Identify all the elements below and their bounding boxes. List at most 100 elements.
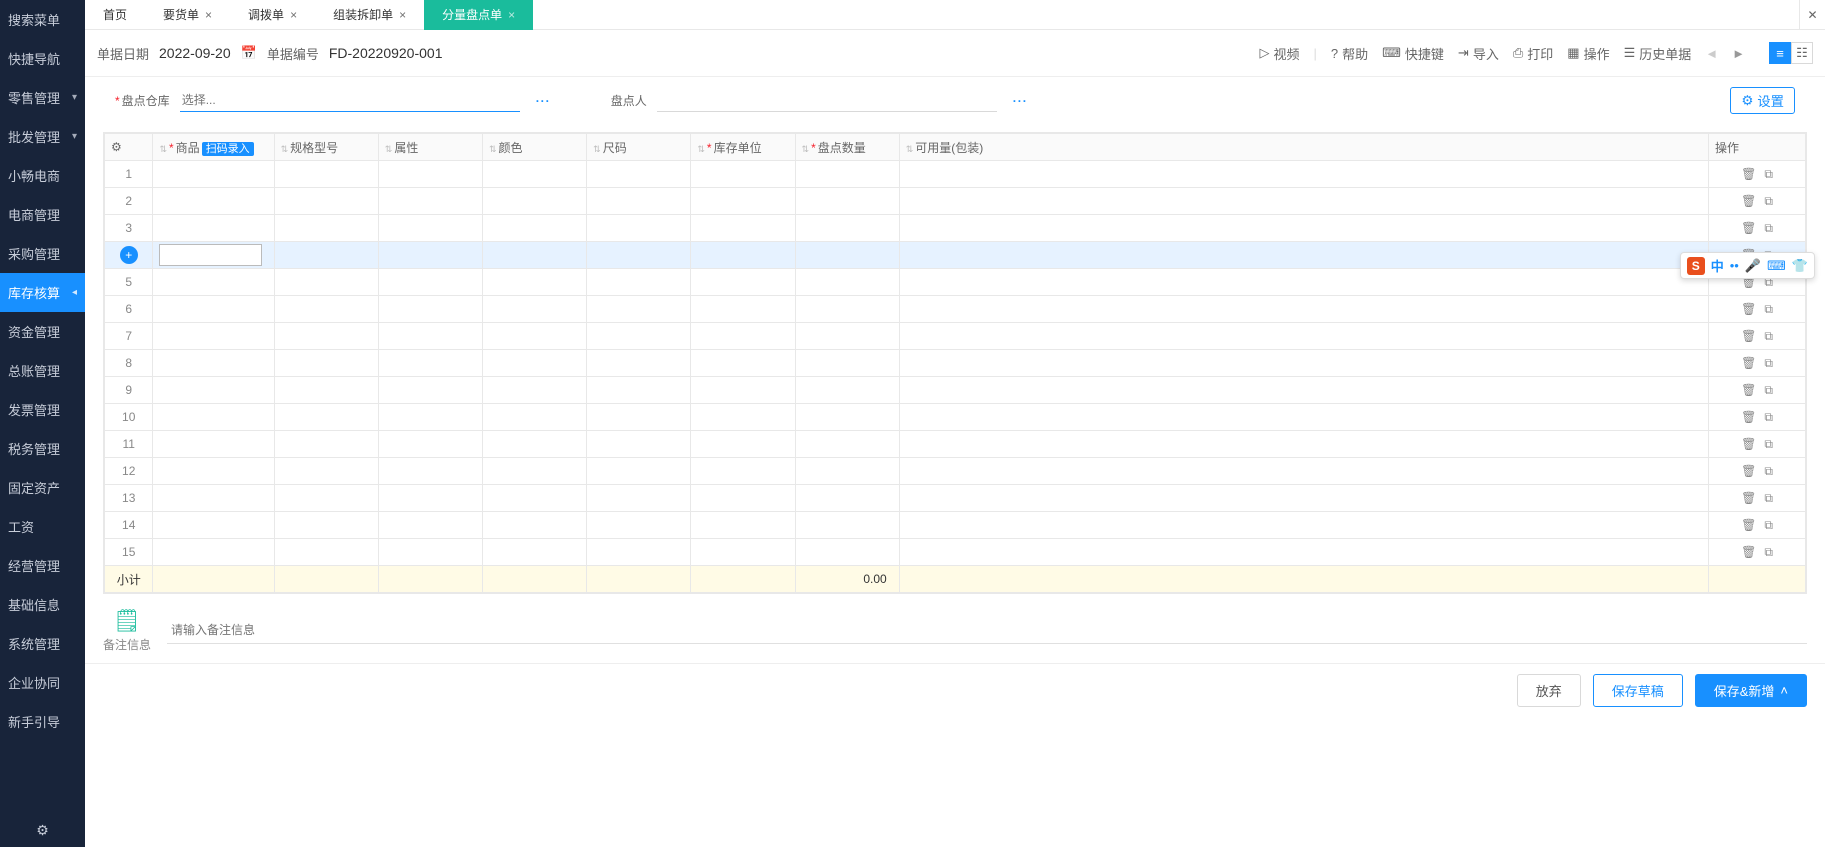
row-number[interactable]: + xyxy=(105,242,153,269)
cell[interactable] xyxy=(587,242,691,269)
delete-icon[interactable]: 🗑 xyxy=(1741,410,1756,424)
close-icon[interactable]: × xyxy=(508,0,515,30)
cell[interactable] xyxy=(899,512,1708,539)
row-number[interactable]: 12 xyxy=(105,458,153,485)
nav-next[interactable]: ► xyxy=(1732,46,1745,61)
cell[interactable] xyxy=(153,404,274,431)
delete-icon[interactable]: 🗑 xyxy=(1741,356,1756,370)
row-number[interactable]: 10 xyxy=(105,404,153,431)
cell[interactable] xyxy=(378,539,482,566)
warehouse-more-icon[interactable]: ··· xyxy=(536,94,551,108)
copy-icon[interactable]: ⧉ xyxy=(1764,464,1773,478)
cell[interactable] xyxy=(482,323,586,350)
cell[interactable] xyxy=(482,296,586,323)
cell[interactable] xyxy=(795,269,899,296)
sidebar-item[interactable]: 批发管理▾ xyxy=(0,117,85,156)
cell[interactable] xyxy=(378,458,482,485)
row-number[interactable]: 9 xyxy=(105,377,153,404)
cell[interactable] xyxy=(587,215,691,242)
cell[interactable] xyxy=(274,323,378,350)
save-draft-button[interactable]: 保存草稿 xyxy=(1593,674,1683,707)
row-number[interactable]: 13 xyxy=(105,485,153,512)
cell[interactable] xyxy=(274,458,378,485)
sidebar-item[interactable]: 零售管理▾ xyxy=(0,78,85,117)
cell[interactable] xyxy=(587,485,691,512)
cell[interactable] xyxy=(153,539,274,566)
copy-icon[interactable]: ⧉ xyxy=(1764,302,1773,316)
cell[interactable] xyxy=(795,188,899,215)
column-header[interactable]: ⇅颜色 xyxy=(482,134,586,161)
delete-icon[interactable]: 🗑 xyxy=(1741,167,1756,181)
cell[interactable] xyxy=(274,539,378,566)
cell[interactable] xyxy=(274,404,378,431)
cell[interactable] xyxy=(795,377,899,404)
close-icon[interactable]: × xyxy=(205,0,212,30)
cell[interactable] xyxy=(899,269,1708,296)
microphone-icon[interactable]: 🎤 xyxy=(1745,258,1761,274)
cell[interactable] xyxy=(274,512,378,539)
cell[interactable] xyxy=(691,269,795,296)
row-number[interactable]: 14 xyxy=(105,512,153,539)
cell[interactable] xyxy=(795,350,899,377)
tool-operate[interactable]: ▦操作 xyxy=(1567,44,1609,63)
doc-date-value[interactable]: 2022-09-20 xyxy=(159,45,231,61)
cell[interactable] xyxy=(795,215,899,242)
grid-config-button[interactable]: ⚙ xyxy=(105,134,153,161)
table-row[interactable]: 15🗑⧉ xyxy=(105,539,1806,566)
cell[interactable] xyxy=(899,215,1708,242)
cell[interactable] xyxy=(153,242,274,269)
table-row[interactable]: 14🗑⧉ xyxy=(105,512,1806,539)
copy-icon[interactable]: ⧉ xyxy=(1764,167,1773,181)
cell[interactable] xyxy=(691,323,795,350)
cell[interactable] xyxy=(274,350,378,377)
tool-help[interactable]: ?帮助 xyxy=(1331,44,1368,63)
sidebar-item[interactable]: 搜索菜单 xyxy=(0,0,85,39)
cell[interactable] xyxy=(587,188,691,215)
cell[interactable] xyxy=(153,215,274,242)
sidebar-item[interactable]: 固定资产 xyxy=(0,468,85,507)
cell[interactable] xyxy=(153,431,274,458)
close-all-tabs[interactable]: ✕ xyxy=(1799,0,1825,30)
cell[interactable] xyxy=(587,296,691,323)
column-header[interactable]: ⇅尺码 xyxy=(587,134,691,161)
cell[interactable] xyxy=(691,404,795,431)
cell[interactable] xyxy=(587,377,691,404)
skin-icon[interactable]: 👕 xyxy=(1792,258,1808,274)
copy-icon[interactable]: ⧉ xyxy=(1764,383,1773,397)
cell[interactable] xyxy=(587,161,691,188)
remark-input[interactable] xyxy=(167,617,1807,644)
table-row[interactable]: 12🗑⧉ xyxy=(105,458,1806,485)
cell[interactable] xyxy=(899,188,1708,215)
row-number[interactable]: 7 xyxy=(105,323,153,350)
cell[interactable] xyxy=(587,323,691,350)
discard-button[interactable]: 放弃 xyxy=(1517,674,1581,707)
cell[interactable] xyxy=(482,269,586,296)
cell[interactable] xyxy=(378,323,482,350)
tab[interactable]: 要货单× xyxy=(145,0,230,30)
cell[interactable] xyxy=(378,350,482,377)
cell[interactable] xyxy=(378,215,482,242)
cell[interactable] xyxy=(378,161,482,188)
tool-video[interactable]: ▷视频 xyxy=(1259,44,1299,63)
cell[interactable] xyxy=(587,431,691,458)
copy-icon[interactable]: ⧉ xyxy=(1764,410,1773,424)
cell[interactable] xyxy=(274,377,378,404)
cell[interactable] xyxy=(587,458,691,485)
cell[interactable] xyxy=(899,296,1708,323)
cell[interactable] xyxy=(795,404,899,431)
cell[interactable] xyxy=(378,404,482,431)
cell[interactable] xyxy=(482,377,586,404)
delete-icon[interactable]: 🗑 xyxy=(1741,491,1756,505)
cell[interactable] xyxy=(899,350,1708,377)
ime-dot-icon[interactable]: •• xyxy=(1730,258,1739,273)
person-more-icon[interactable]: ··· xyxy=(1013,94,1028,108)
tool-import[interactable]: ⇥导入 xyxy=(1458,44,1499,63)
tab[interactable]: 组装拆卸单× xyxy=(315,0,424,30)
cell[interactable] xyxy=(378,242,482,269)
tool-shortcut[interactable]: ⌨快捷键 xyxy=(1382,44,1444,63)
cell[interactable] xyxy=(482,350,586,377)
cell[interactable] xyxy=(274,215,378,242)
cell[interactable] xyxy=(795,431,899,458)
cell[interactable] xyxy=(153,188,274,215)
table-row[interactable]: 3🗑⧉ xyxy=(105,215,1806,242)
